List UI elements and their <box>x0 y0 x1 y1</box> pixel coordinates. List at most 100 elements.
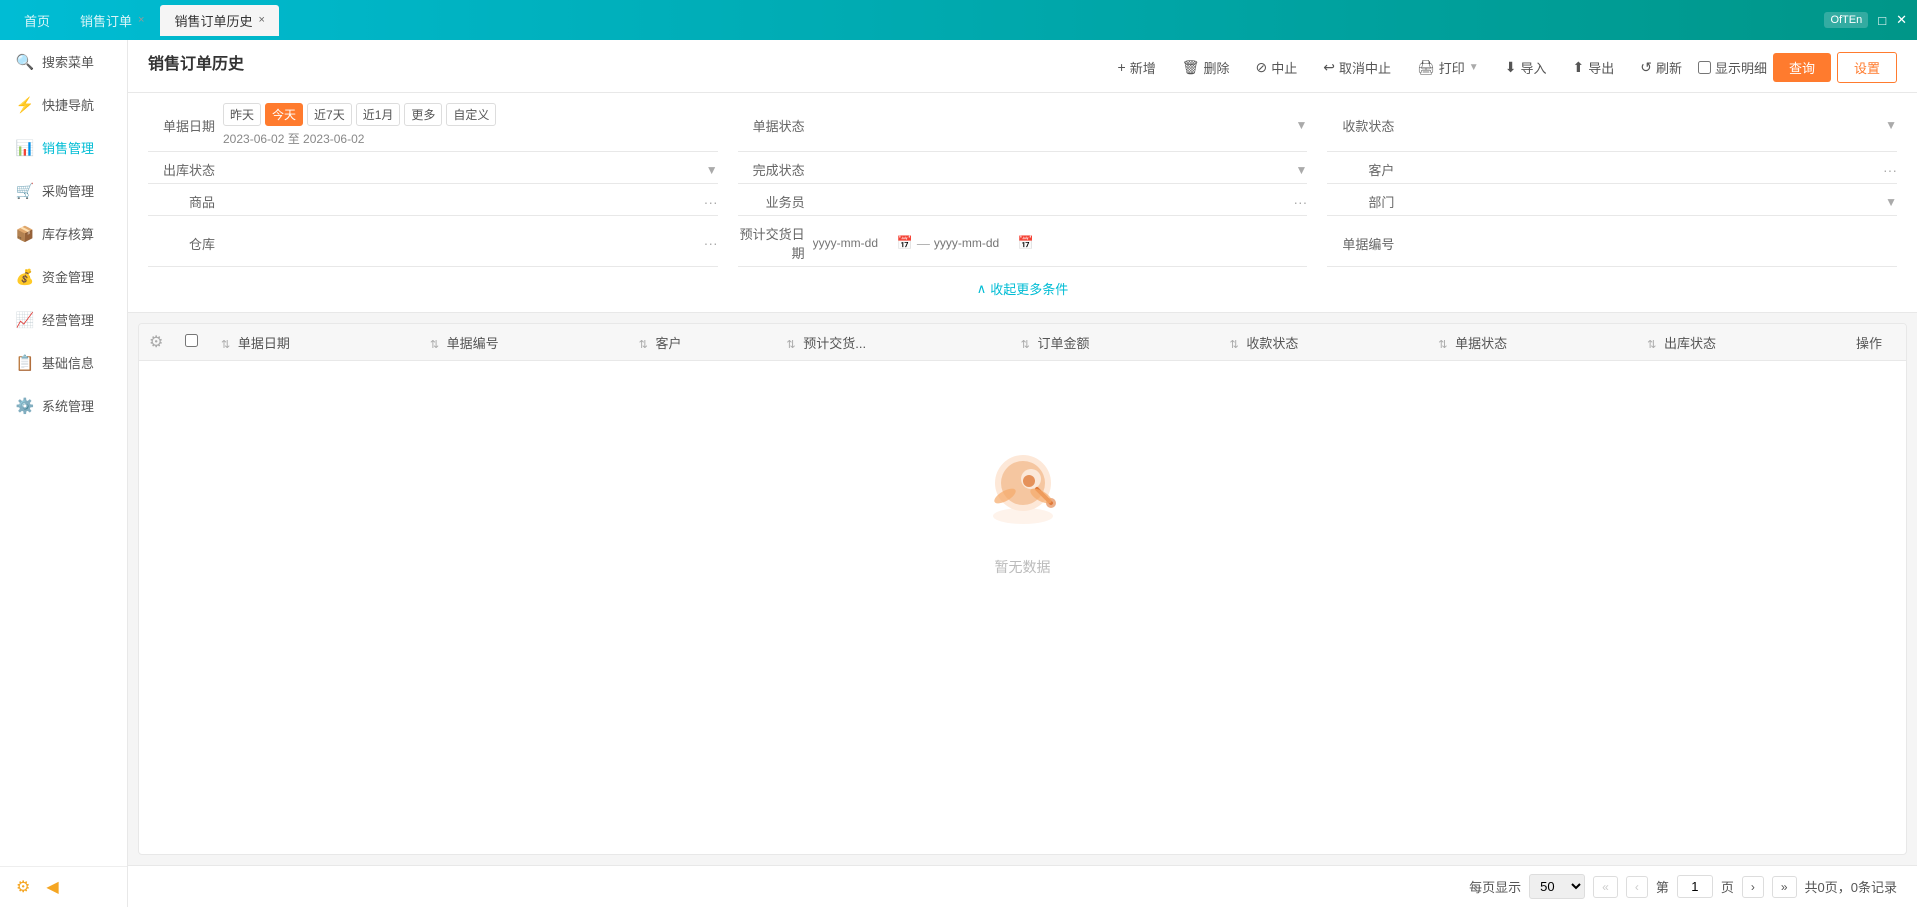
refresh-icon: ↺ <box>1640 59 1652 76</box>
dept-arrow-icon[interactable]: ▼ <box>1885 195 1897 209</box>
expected-date-to[interactable] <box>934 236 1014 250</box>
per-page-select[interactable]: 20 50 100 200 <box>1529 874 1585 899</box>
tab-sales-order-history[interactable]: 销售订单历史 × <box>160 5 278 36</box>
system-mgmt-icon: ⚙️ <box>16 397 34 415</box>
topbar-restore[interactable]: □ <box>1878 13 1886 28</box>
pagination: 每页显示 20 50 100 200 « ‹ 第 页 › » 共0页，0条记录 <box>128 865 1917 907</box>
sidebar-settings-icon[interactable]: ⚙ <box>16 877 30 897</box>
display-detail-checkbox[interactable]: 显示明细 <box>1698 58 1767 77</box>
tab-home[interactable]: 首页 <box>10 5 64 36</box>
th-bill-no-label: 单据编号 <box>447 336 499 351</box>
date-picker-group: 昨天 今天 近7天 近1月 更多 自定义 2023-06-02 至 2023-0… <box>223 103 718 147</box>
cancel-stop-button[interactable]: ↩ 取消中止 <box>1313 53 1401 82</box>
date-7days[interactable]: 近7天 <box>307 103 352 126</box>
sidebar-item-quick-nav[interactable]: ⚡ 快捷导航 <box>0 83 127 126</box>
tab-sales-order-history-close[interactable]: × <box>258 14 264 26</box>
date-1month[interactable]: 近1月 <box>356 103 401 126</box>
bill-status-arrow-icon[interactable]: ▼ <box>1295 118 1307 132</box>
page-input[interactable] <box>1677 875 1713 898</box>
import-button[interactable]: ⬇ 导入 <box>1495 53 1557 82</box>
filter-payment-status: 收款状态 ▼ <box>1327 103 1897 152</box>
business-mgmt-icon: 📈 <box>16 311 34 329</box>
tab-sales-order-close[interactable]: × <box>138 14 144 26</box>
table-body: 暂无数据 <box>139 361 1906 658</box>
page-title-toolbar: 销售订单历史 + 新增 🗑 删除 ⊘ 中止 <box>128 40 1917 92</box>
export-button[interactable]: ⬆ 导出 <box>1562 53 1624 82</box>
display-detail-input[interactable] <box>1698 61 1711 74</box>
pagination-prev[interactable]: ‹ <box>1626 876 1648 898</box>
date-more[interactable]: 更多 <box>404 103 442 126</box>
query-button[interactable]: 查询 <box>1773 53 1831 82</box>
pagination-next[interactable]: › <box>1742 876 1764 898</box>
th-payment-status-label: 收款状态 <box>1246 336 1298 351</box>
filter-goods: 商品 ··· <box>148 192 718 216</box>
add-button[interactable]: + 新增 <box>1108 53 1166 82</box>
th-bill-date[interactable]: 单据日期 <box>211 324 420 361</box>
filter-row-2: 出库状态 ▼ 完成状态 ▼ 客户 <box>148 160 1897 184</box>
empty-cell: 暂无数据 <box>139 361 1906 658</box>
collapse-row[interactable]: ∧ 收起更多条件 <box>148 275 1897 302</box>
stop-button[interactable]: ⊘ 中止 <box>1246 53 1308 82</box>
sidebar-item-inventory[interactable]: 📦 库存核算 <box>0 212 127 255</box>
complete-status-arrow-icon[interactable]: ▼ <box>1295 163 1307 177</box>
th-outbound-status[interactable]: 出库状态 <box>1637 324 1846 361</box>
sidebar-item-business-mgmt[interactable]: 📈 经营管理 <box>0 298 127 341</box>
date-yesterday[interactable]: 昨天 <box>223 103 261 126</box>
refresh-label: 刷新 <box>1656 58 1682 77</box>
th-order-amount[interactable]: 订单金额 <box>1011 324 1220 361</box>
basic-info-icon: 📋 <box>16 354 34 372</box>
date-sep: — <box>917 236 930 251</box>
sidebar-collapse-icon[interactable]: ◀ <box>46 877 58 897</box>
th-expected-delivery[interactable]: 预计交货... <box>776 324 1010 361</box>
payment-status-arrow-icon[interactable]: ▼ <box>1885 118 1897 132</box>
sidebar-item-purchase-mgmt[interactable]: 🛒 采购管理 <box>0 169 127 212</box>
page-header-section: 销售订单历史 + 新增 🗑 删除 ⊘ 中止 <box>128 40 1917 93</box>
table-settings-gear-icon[interactable]: ⚙ <box>149 334 163 351</box>
date-content: 昨天 今天 近7天 近1月 更多 自定义 2023-06-02 至 2023-0… <box>223 103 718 147</box>
main-layout: 🔍 搜索菜单 ⚡ 快捷导航 📊 销售管理 🛒 采购管理 📦 库存核算 💰 资金管… <box>0 40 1917 907</box>
sidebar-item-basic-info[interactable]: 📋 基础信息 <box>0 341 127 384</box>
tab-sales-order[interactable]: 销售订单 × <box>66 5 158 36</box>
sidebar-item-capital-mgmt[interactable]: 💰 资金管理 <box>0 255 127 298</box>
settings-button[interactable]: 设置 <box>1837 52 1897 83</box>
th-payment-status[interactable]: 收款状态 <box>1219 324 1428 361</box>
cancel-stop-icon: ↩ <box>1323 59 1335 76</box>
date-custom[interactable]: 自定义 <box>446 103 496 126</box>
salesperson-more-icon[interactable]: ··· <box>1293 194 1307 210</box>
print-button[interactable]: 🖨 打印 ▼ <box>1407 53 1489 82</box>
often-badge: OfTEn <box>1824 12 1868 28</box>
bill-number-input[interactable] <box>1402 236 1897 251</box>
outbound-status-arrow-icon[interactable]: ▼ <box>706 163 718 177</box>
expected-date-to-cal-icon[interactable]: 📅 <box>1018 235 1034 251</box>
select-all-checkbox[interactable] <box>185 334 198 347</box>
pagination-first[interactable]: « <box>1593 876 1618 898</box>
filter-warehouse: 仓库 ··· <box>148 224 718 267</box>
filter-date: 单据日期 昨天 今天 近7天 近1月 更多 自定义 2023-06-02 <box>148 103 718 152</box>
th-customer[interactable]: 客户 <box>629 324 777 361</box>
sidebar-item-sales-mgmt[interactable]: 📊 销售管理 <box>0 126 127 169</box>
filter-outbound-status: 出库状态 ▼ <box>148 160 718 184</box>
content-area: 销售订单历史 + 新增 🗑 删除 ⊘ 中止 <box>128 40 1917 907</box>
delete-button[interactable]: 🗑 删除 <box>1172 53 1240 82</box>
expected-date-from-cal-icon[interactable]: 📅 <box>897 235 913 251</box>
th-bill-status[interactable]: 单据状态 <box>1428 324 1637 361</box>
add-label: 新增 <box>1130 58 1156 77</box>
table-header-row: ⚙ 单据日期 单据编号 客户 <box>139 324 1906 361</box>
expected-date-from[interactable] <box>813 236 893 250</box>
date-today[interactable]: 今天 <box>265 103 303 126</box>
th-bill-no[interactable]: 单据编号 <box>420 324 629 361</box>
display-detail-label: 显示明细 <box>1715 58 1767 77</box>
import-label: 导入 <box>1520 58 1546 77</box>
sidebar-item-search-menu[interactable]: 🔍 搜索菜单 <box>0 40 127 83</box>
customer-more-icon[interactable]: ··· <box>1883 162 1897 178</box>
refresh-button[interactable]: ↺ 刷新 <box>1630 53 1692 82</box>
topbar-close[interactable]: ✕ <box>1896 12 1907 28</box>
collapse-up-icon: ∧ <box>977 281 987 297</box>
pagination-last[interactable]: » <box>1772 876 1797 898</box>
sidebar-item-system-mgmt[interactable]: ⚙️ 系统管理 <box>0 384 127 427</box>
goods-more-icon[interactable]: ··· <box>704 194 718 210</box>
warehouse-more-icon[interactable]: ··· <box>704 235 718 251</box>
import-icon: ⬇ <box>1505 59 1517 76</box>
warehouse-content: ··· <box>223 235 718 251</box>
sidebar-bottom: ⚙ ◀ <box>0 866 127 907</box>
